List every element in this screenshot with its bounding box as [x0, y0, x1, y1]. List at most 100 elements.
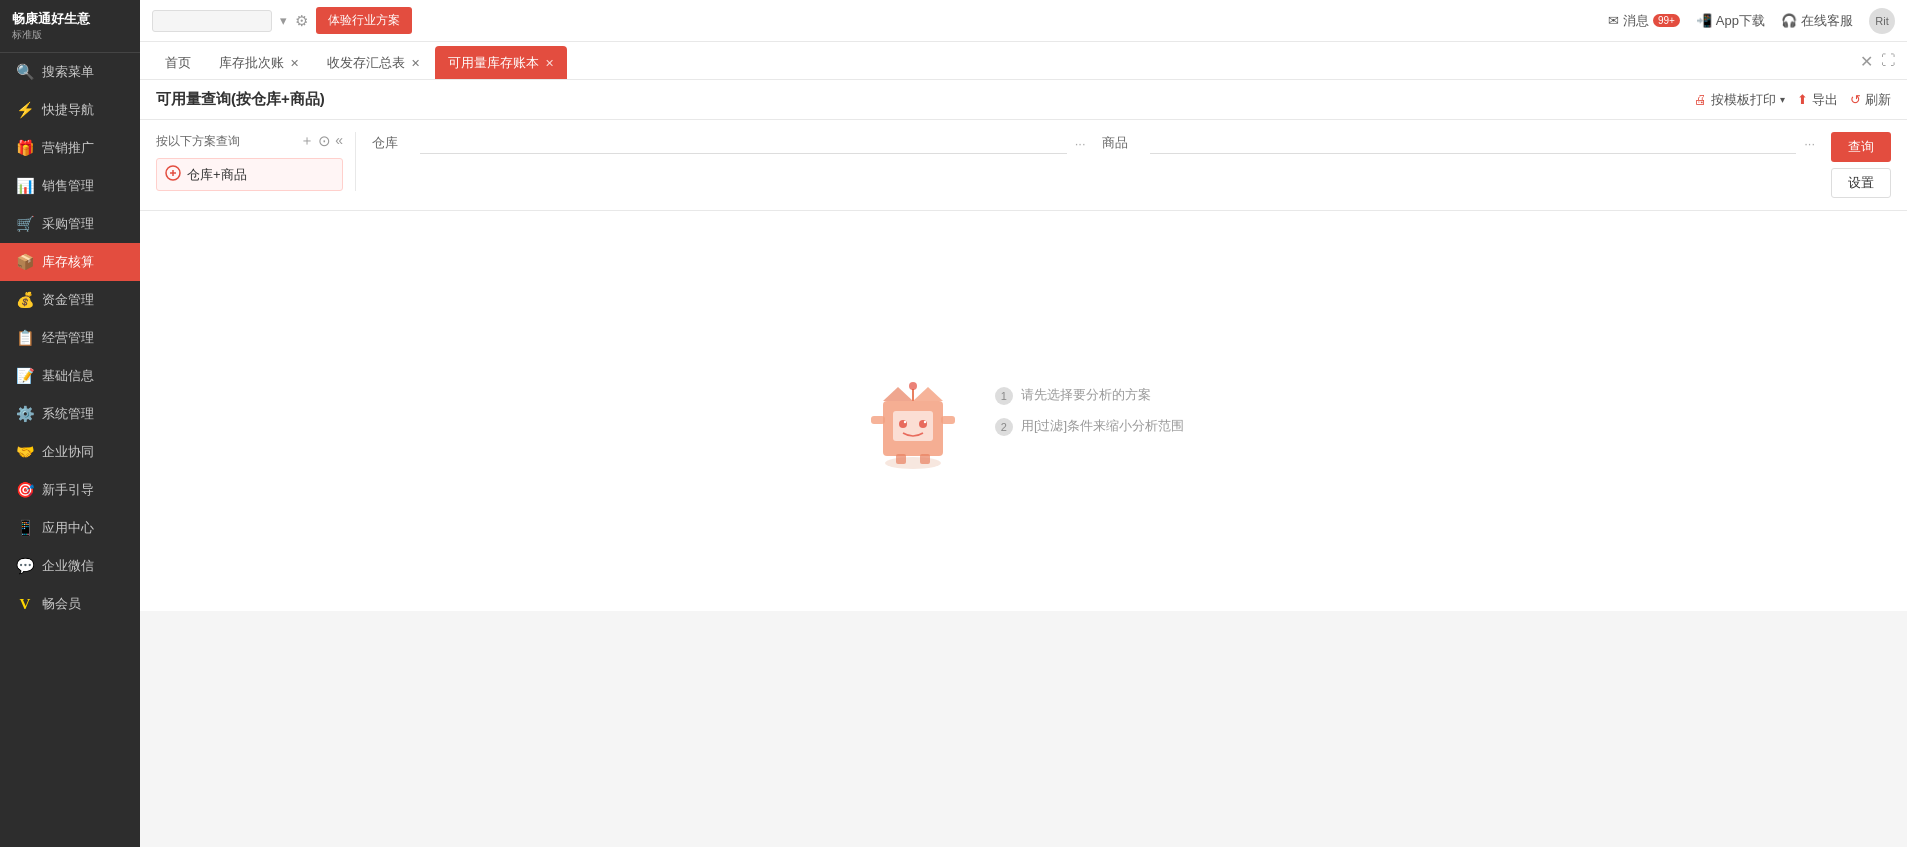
- tip-num-1: 1: [995, 387, 1013, 405]
- clipboard-icon: 📋: [16, 329, 34, 347]
- tab-available-close[interactable]: ✕: [545, 57, 554, 70]
- svg-point-13: [909, 382, 917, 390]
- empty-state-content: 1 请先选择要分析的方案 2 用[过滤]条件来缩小分析范围: [863, 361, 1184, 461]
- tab-home-label: 首页: [165, 54, 191, 72]
- page-title: 可用量查询(按仓库+商品): [156, 90, 325, 109]
- warehouse-dots-button[interactable]: ···: [1075, 136, 1086, 151]
- filter-settings-button[interactable]: 设置: [1831, 168, 1891, 198]
- sidebar-item-basic[interactable]: 📝 基础信息: [0, 357, 140, 395]
- scheme-panel: 按以下方案查询 ＋ ⊙ « 仓库+商品: [156, 132, 356, 191]
- sidebar-item-sales[interactable]: 📊 销售管理: [0, 167, 140, 205]
- tab-summary[interactable]: 收发存汇总表 ✕: [314, 46, 433, 79]
- online-service-item[interactable]: 🎧 在线客服: [1781, 12, 1853, 30]
- scheme-title: 按以下方案查询: [156, 133, 240, 150]
- chart-icon: 📊: [16, 177, 34, 195]
- tab-summary-close[interactable]: ✕: [411, 57, 420, 70]
- query-button[interactable]: 查询: [1831, 132, 1891, 162]
- sidebar-item-label: 库存核算: [42, 253, 94, 271]
- scheme-item[interactable]: 仓库+商品: [156, 158, 343, 191]
- tab-available[interactable]: 可用量库存账本 ✕: [435, 46, 567, 79]
- settings-icon[interactable]: ⚙: [295, 12, 308, 30]
- doc-icon: 📝: [16, 367, 34, 385]
- empty-state: 1 请先选择要分析的方案 2 用[过滤]条件来缩小分析范围: [140, 211, 1907, 611]
- logo-sub: 标准版: [12, 28, 128, 42]
- add-scheme-icon[interactable]: ＋: [300, 132, 314, 150]
- export-button[interactable]: ⬆ 导出: [1797, 91, 1838, 109]
- sidebar-item-newbie[interactable]: 🎯 新手引导: [0, 471, 140, 509]
- money-icon: 💰: [16, 291, 34, 309]
- target-icon: 🎯: [16, 481, 34, 499]
- print-icon: 🖨: [1694, 92, 1707, 107]
- app-download-item[interactable]: 📲 App下载: [1696, 12, 1765, 30]
- shortcut-icon: ⚡: [16, 101, 34, 119]
- warehouse-label: 仓库: [372, 134, 412, 152]
- print-button[interactable]: 🖨 按模板打印 ▾: [1694, 91, 1785, 109]
- tab-home[interactable]: 首页: [152, 46, 204, 79]
- svg-rect-9: [920, 454, 930, 464]
- scheme-item-label: 仓库+商品: [187, 166, 247, 184]
- edit-scheme-icon[interactable]: ⊙: [318, 132, 331, 150]
- sidebar-item-wechat[interactable]: 💬 企业微信: [0, 547, 140, 585]
- sidebar-item-label: 系统管理: [42, 405, 94, 423]
- tab-batch-close[interactable]: ✕: [290, 57, 299, 70]
- empty-tip-2: 2 用[过滤]条件来缩小分析范围: [995, 417, 1184, 436]
- dropdown-icon[interactable]: ▾: [280, 13, 287, 28]
- page-content: 可用量查询(按仓库+商品) 🖨 按模板打印 ▾ ⬆ 导出 ↺ 刷新: [140, 80, 1907, 847]
- sidebar-item-operations[interactable]: 📋 经营管理: [0, 319, 140, 357]
- tab-batch[interactable]: 库存批次账 ✕: [206, 46, 312, 79]
- topbar-right: ✉ 消息 99+ 📲 App下载 🎧 在线客服 Rit: [1608, 8, 1895, 34]
- sidebar-logo: 畅康通好生意 标准版: [0, 0, 140, 53]
- app-download-label: App下载: [1716, 12, 1765, 30]
- scheme-actions: ＋ ⊙ «: [300, 132, 343, 150]
- print-dropdown-icon[interactable]: ▾: [1780, 94, 1785, 105]
- gear-icon: ⚙️: [16, 405, 34, 423]
- sidebar-item-system[interactable]: ⚙️ 系统管理: [0, 395, 140, 433]
- goods-input[interactable]: [1150, 132, 1797, 154]
- tab-close-all-button[interactable]: ✕: [1860, 51, 1873, 70]
- query-area: 按以下方案查询 ＋ ⊙ « 仓库+商品: [140, 120, 1907, 211]
- sidebar-item-enterprise[interactable]: 🤝 企业协同: [0, 433, 140, 471]
- sidebar-item-label: 企业微信: [42, 557, 94, 575]
- sidebar-item-search[interactable]: 🔍 搜索菜单: [0, 53, 140, 91]
- topbar-search-input[interactable]: [152, 10, 272, 32]
- sidebar-item-marketing[interactable]: 🎁 营销推广: [0, 129, 140, 167]
- tab-summary-label: 收发存汇总表: [327, 54, 405, 72]
- sidebar-item-label: 搜索菜单: [42, 63, 94, 81]
- sidebar-item-label: 营销推广: [42, 139, 94, 157]
- sidebar-item-label: 采购管理: [42, 215, 94, 233]
- svg-rect-10: [871, 416, 885, 424]
- trial-button[interactable]: 体验行业方案: [316, 7, 412, 34]
- tip-text-2: 用[过滤]条件来缩小分析范围: [1021, 417, 1184, 435]
- tab-expand-button[interactable]: ⛶: [1881, 51, 1895, 70]
- handshake-icon: 🤝: [16, 443, 34, 461]
- filter-row: 仓库 ··· 商品 ···: [372, 132, 1815, 154]
- sidebar-item-inventory[interactable]: 📦 库存核算: [0, 243, 140, 281]
- sidebar-item-finance[interactable]: 💰 资金管理: [0, 281, 140, 319]
- user-profile[interactable]: Rit: [1869, 8, 1895, 34]
- export-label: 导出: [1812, 91, 1838, 109]
- tabbar-actions: ✕ ⛶: [1860, 51, 1895, 70]
- sidebar-item-vip[interactable]: V 畅会员: [0, 585, 140, 623]
- sidebar-item-label: 畅会员: [42, 595, 81, 613]
- goods-field: 商品 ···: [1102, 132, 1816, 154]
- page-header-actions: 🖨 按模板打印 ▾ ⬆ 导出 ↺ 刷新: [1694, 91, 1891, 109]
- topbar: ▾ ⚙ 体验行业方案 ✉ 消息 99+ 📲 App下载 🎧 在线客服 Rit: [140, 0, 1907, 42]
- export-icon: ⬆: [1797, 92, 1808, 107]
- goods-dots-button[interactable]: ···: [1804, 136, 1815, 151]
- tab-available-label: 可用量库存账本: [448, 54, 539, 72]
- sidebar-item-label: 经营管理: [42, 329, 94, 347]
- sidebar-item-shortcut[interactable]: ⚡ 快捷导航: [0, 91, 140, 129]
- sidebar-item-label: 快捷导航: [42, 101, 94, 119]
- refresh-button[interactable]: ↺ 刷新: [1850, 91, 1891, 109]
- mobile-icon: 📱: [16, 519, 34, 537]
- sidebar-item-label: 资金管理: [42, 291, 94, 309]
- collapse-icon[interactable]: «: [335, 132, 343, 150]
- chat-icon: 💬: [16, 557, 34, 575]
- main-area: ▾ ⚙ 体验行业方案 ✉ 消息 99+ 📲 App下载 🎧 在线客服 Rit: [140, 0, 1907, 847]
- sidebar-item-label: 新手引导: [42, 481, 94, 499]
- sidebar-item-purchase[interactable]: 🛒 采购管理: [0, 205, 140, 243]
- topbar-left: ▾ ⚙ 体验行业方案: [152, 7, 1608, 34]
- warehouse-input[interactable]: [420, 132, 1067, 154]
- sidebar-item-appstore[interactable]: 📱 应用中心: [0, 509, 140, 547]
- messages-item[interactable]: ✉ 消息 99+: [1608, 12, 1680, 30]
